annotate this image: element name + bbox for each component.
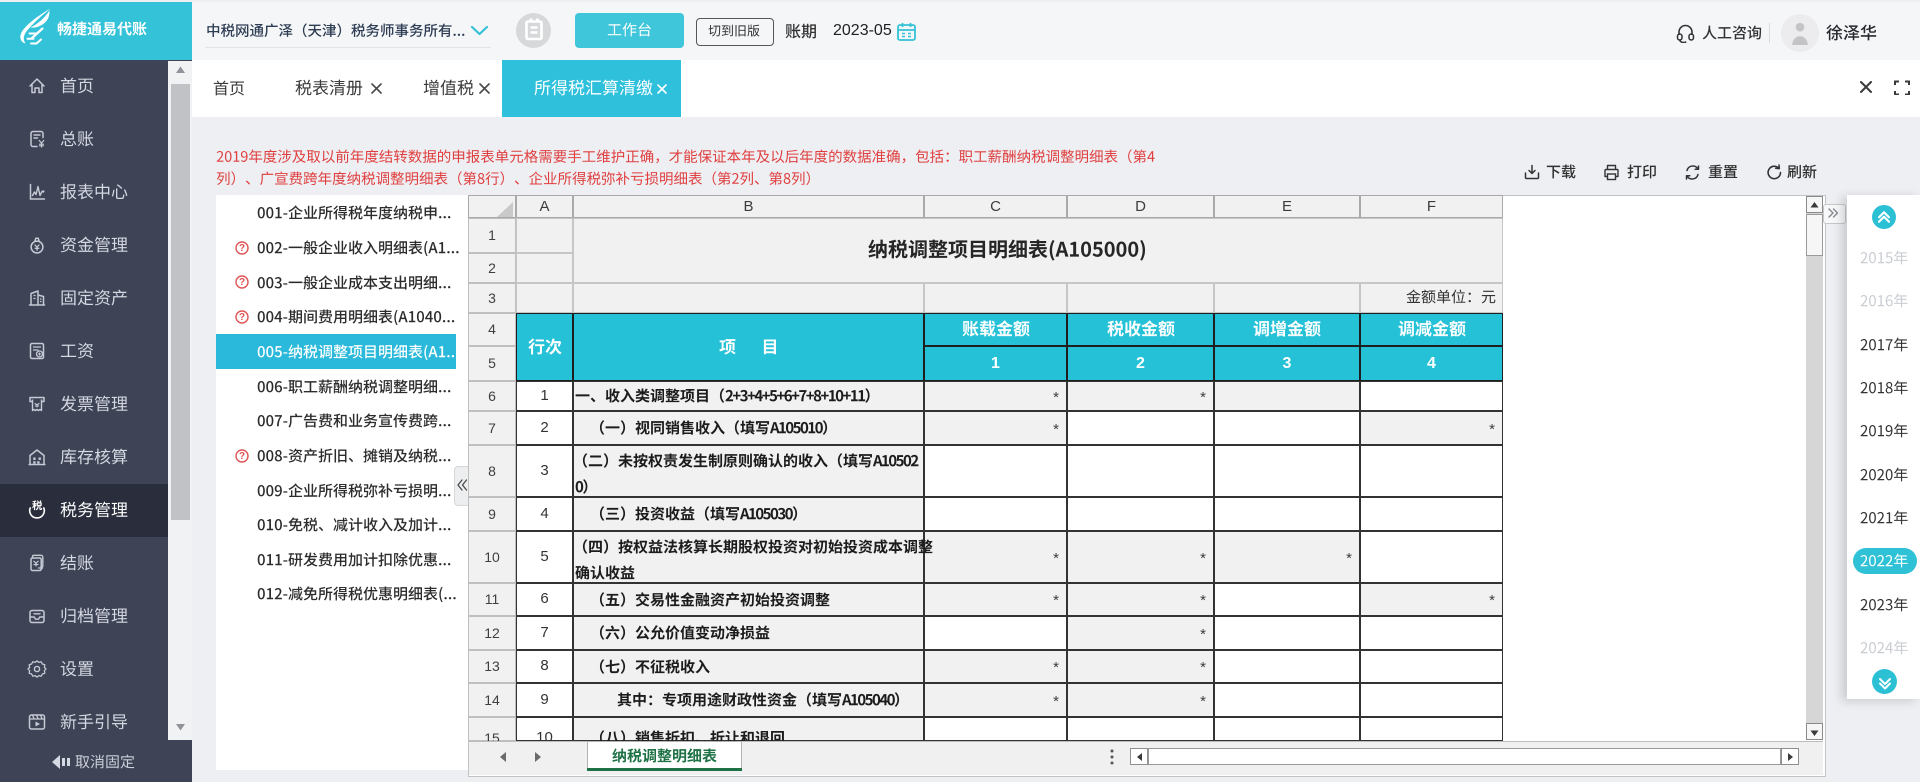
svg-text:?: ? — [239, 243, 245, 254]
svg-text:?: ? — [239, 277, 245, 288]
svg-text:?: ? — [239, 312, 245, 323]
svg-text:?: ? — [239, 451, 245, 462]
